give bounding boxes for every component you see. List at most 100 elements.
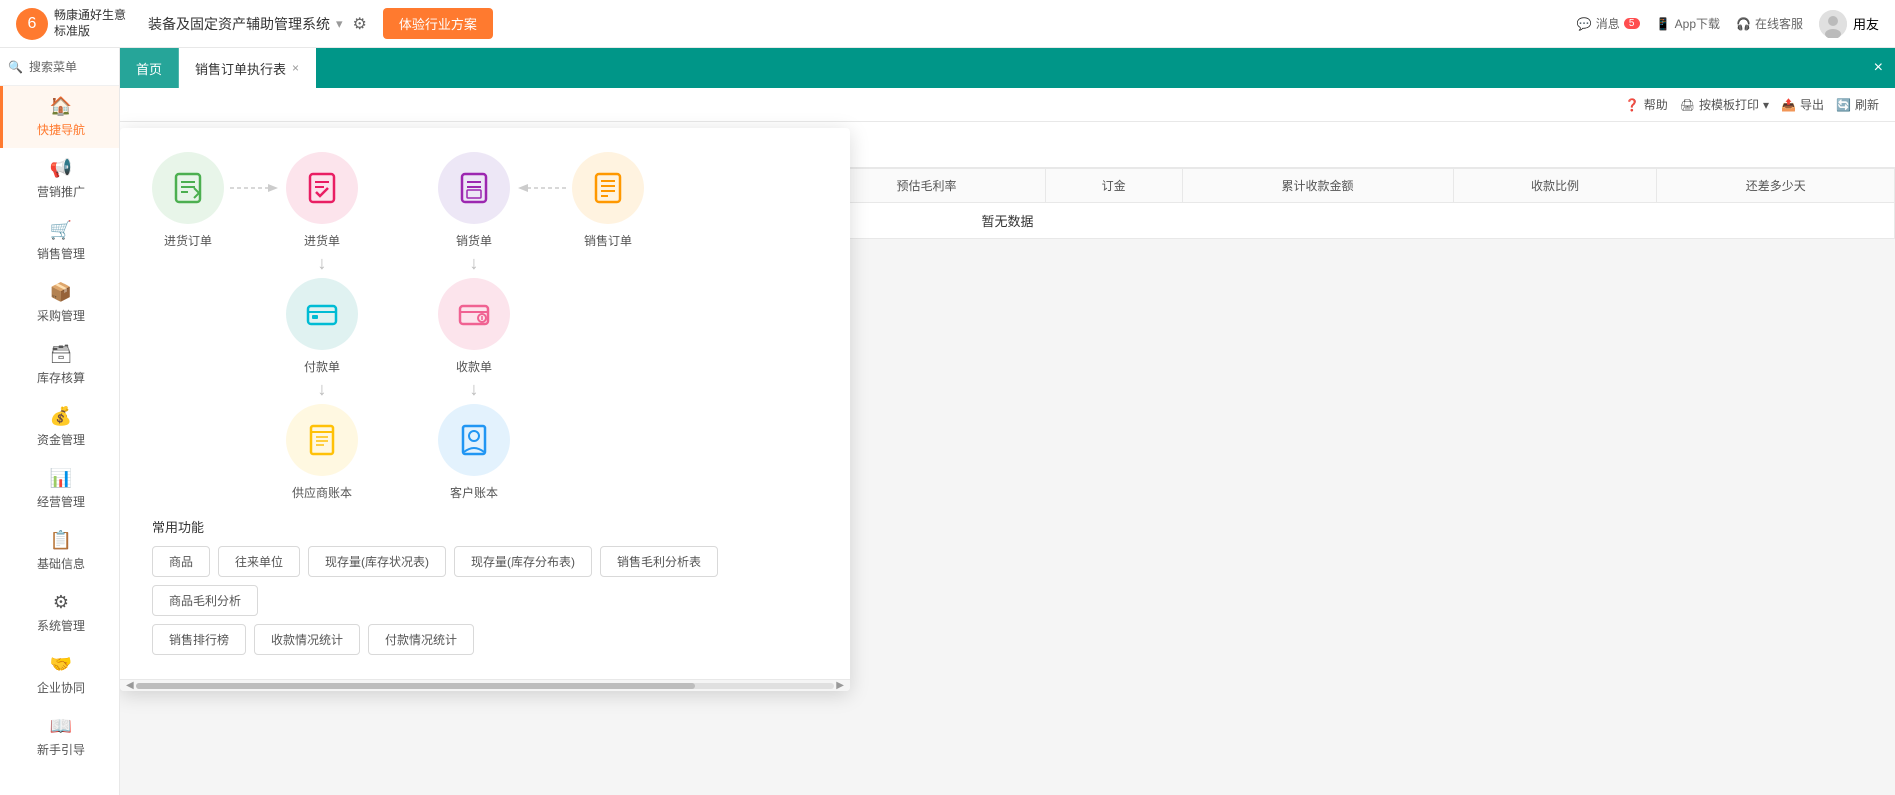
- collection-circle[interactable]: [438, 278, 510, 350]
- flow-col-3: 销货单: [438, 152, 510, 249]
- headset-icon: 🎧: [1736, 17, 1751, 31]
- system-title: 装备及固定资产辅助管理系统: [148, 14, 330, 34]
- purchase-receipt-label: 进货单: [304, 232, 340, 249]
- flow-diagram: 进货订单 进: [152, 152, 818, 249]
- sales-order-circle[interactable]: [572, 152, 644, 224]
- v-arrow-col: ↓: [438, 379, 510, 400]
- sales-receipt-node: 销货单: [438, 152, 510, 249]
- sidebar-item-quick-nav[interactable]: 🏠 快捷导航: [0, 86, 119, 148]
- search-menu[interactable]: 🔍 搜索菜单: [0, 48, 119, 86]
- v-arrow-pay: ↓: [286, 379, 358, 400]
- sales-order-label: 销售订单: [584, 232, 632, 249]
- operations-icon: 📊: [50, 468, 72, 489]
- marketing-icon: 📢: [50, 158, 72, 179]
- sidebar-item-newbie[interactable]: 📖 新手引导: [0, 706, 119, 768]
- payment-label: 付款单: [304, 358, 340, 375]
- refresh-button[interactable]: 🔄 刷新: [1836, 96, 1879, 113]
- sidebar-item-system[interactable]: ⚙ 系统管理: [0, 582, 119, 644]
- purchase-order-node: 进货订单: [152, 152, 224, 249]
- customer-ledger-label: 客户账本: [450, 484, 498, 501]
- experience-button[interactable]: 体验行业方案: [383, 8, 493, 39]
- scrollbar-thumb[interactable]: [136, 683, 695, 689]
- customer-ledger-circle[interactable]: [438, 404, 510, 476]
- btn-sales-ranking[interactable]: 销售排行榜: [152, 624, 246, 655]
- sidebar-item-operations[interactable]: 📊 经营管理: [0, 458, 119, 520]
- supplier-ledger-col: 供应商账本: [286, 404, 358, 501]
- message-button[interactable]: 💬 消息 5: [1577, 15, 1640, 32]
- flow-col-4: 销售订单: [572, 152, 644, 249]
- common-functions-title: 常用功能: [152, 517, 818, 536]
- sales-receipt-label: 销货单: [456, 232, 492, 249]
- toolbar: ❓ 帮助 🖨 按模板打印 ▾ 📤 导出 🔄 刷新: [120, 88, 1895, 122]
- btn-goods-profit[interactable]: 商品毛利分析: [152, 585, 258, 616]
- supplier-ledger-circle[interactable]: [286, 404, 358, 476]
- customer-ledger-col: 客户账本: [438, 404, 510, 501]
- v-arrows-row: ↓ ↓: [152, 253, 818, 274]
- dropdown-icon[interactable]: ▾: [336, 16, 343, 32]
- scroll-left-icon[interactable]: ◀: [124, 680, 136, 691]
- btn-contact[interactable]: 往来单位: [218, 546, 300, 577]
- scroll-right-icon[interactable]: ▶: [834, 680, 846, 691]
- sidebar-item-marketing[interactable]: 📢 营销推广: [0, 148, 119, 210]
- purchase-icon: 📦: [50, 282, 72, 303]
- message-icon: 💬: [1577, 17, 1592, 31]
- sidebar-item-inventory[interactable]: 🗃 库存核算: [0, 334, 119, 396]
- btn-collection-stats[interactable]: 收款情况统计: [254, 624, 360, 655]
- btn-stock-status[interactable]: 现存量(库存状况表): [308, 546, 446, 577]
- supplier-ledger-node: 供应商账本: [286, 404, 358, 501]
- export-button[interactable]: 📤 导出: [1781, 96, 1824, 113]
- payment-circle[interactable]: [286, 278, 358, 350]
- sales-icon: 🛒: [50, 220, 72, 241]
- collection-col: 收款单: [438, 278, 510, 375]
- collection-node: 收款单: [438, 278, 510, 375]
- phone-icon: 📱: [1656, 17, 1671, 31]
- tab-bar: 首页 销售订单执行表 × ×: [120, 48, 1895, 88]
- payment-node: 付款单: [286, 278, 358, 375]
- app-download-button[interactable]: 📱 App下载: [1656, 15, 1720, 32]
- tab-close-icon[interactable]: ×: [292, 61, 299, 75]
- purchase-receipt-circle[interactable]: [286, 152, 358, 224]
- scrollbar-track[interactable]: [136, 683, 835, 689]
- col-deposit: 订金: [1045, 169, 1182, 203]
- top-header: 6 畅康通好生意 标准版 装备及固定资产辅助管理系统 ▾ ⚙ 体验行业方案 💬 …: [0, 0, 1895, 48]
- modal-content: 进货订单 进: [120, 128, 850, 679]
- btn-stock-dist[interactable]: 现存量(库存分布表): [454, 546, 592, 577]
- supplier-ledger-label: 供应商账本: [292, 484, 352, 501]
- common-functions-section: 常用功能 商品 往来单位 现存量(库存状况表) 现存量(库存分布表) 销售毛利分…: [152, 517, 818, 655]
- col-collection-ratio: 收款比例: [1453, 169, 1657, 203]
- arrow-po-to-pr: [224, 152, 286, 224]
- sidebar-item-sales[interactable]: 🛒 销售管理: [0, 210, 119, 272]
- logo-area: 6 畅康通好生意 标准版: [16, 8, 136, 40]
- sidebar-item-basic-info[interactable]: 📋 基础信息: [0, 520, 119, 582]
- export-icon: 📤: [1781, 98, 1796, 112]
- settings-icon[interactable]: ⚙: [353, 14, 367, 34]
- sales-receipt-circle[interactable]: [438, 152, 510, 224]
- online-service-button[interactable]: 🎧 在线客服: [1736, 15, 1803, 32]
- btn-goods[interactable]: 商品: [152, 546, 210, 577]
- btn-payment-stats[interactable]: 付款情况统计: [368, 624, 474, 655]
- tab-bar-close-button[interactable]: ×: [1874, 59, 1883, 77]
- purchase-receipt-node: 进货单: [286, 152, 358, 249]
- template-print-button[interactable]: 🖨 按模板打印 ▾: [1680, 96, 1769, 113]
- sidebar-item-enterprise[interactable]: 🤝 企业协同: [0, 644, 119, 706]
- tab-sales-order-exec[interactable]: 销售订单执行表 ×: [179, 48, 316, 88]
- help-button[interactable]: ❓ 帮助: [1625, 96, 1668, 113]
- search-icon: 🔍: [8, 60, 23, 74]
- logo-text: 畅康通好生意 标准版: [54, 8, 126, 39]
- v-arrow-pr: ↓: [286, 253, 358, 274]
- sidebar-item-purchase[interactable]: 📦 采购管理: [0, 272, 119, 334]
- flow-col-1: 进货订单: [152, 152, 224, 249]
- main-content: 首页 销售订单执行表 × × ❓ 帮助 🖨 按模板打印 ▾: [120, 48, 1895, 795]
- header-right: 💬 消息 5 📱 App下载 🎧 在线客服 用友: [1577, 10, 1879, 38]
- purchase-order-label: 进货订单: [164, 232, 212, 249]
- sidebar: 🔍 搜索菜单 🏠 快捷导航 📢 营销推广 🛒 销售管理 📦 采购管理 🗃 库存核…: [0, 48, 120, 795]
- basic-info-icon: 📋: [50, 530, 72, 551]
- purchase-order-circle[interactable]: [152, 152, 224, 224]
- user-area[interactable]: 用友: [1819, 10, 1879, 38]
- btn-sales-profit[interactable]: 销售毛利分析表: [600, 546, 718, 577]
- tab-home[interactable]: 首页: [120, 48, 179, 88]
- col-days-left: 还差多少天: [1657, 169, 1895, 203]
- message-badge: 5: [1624, 18, 1640, 29]
- sidebar-item-finance[interactable]: 💰 资金管理: [0, 396, 119, 458]
- payment-col: 付款单: [286, 278, 358, 375]
